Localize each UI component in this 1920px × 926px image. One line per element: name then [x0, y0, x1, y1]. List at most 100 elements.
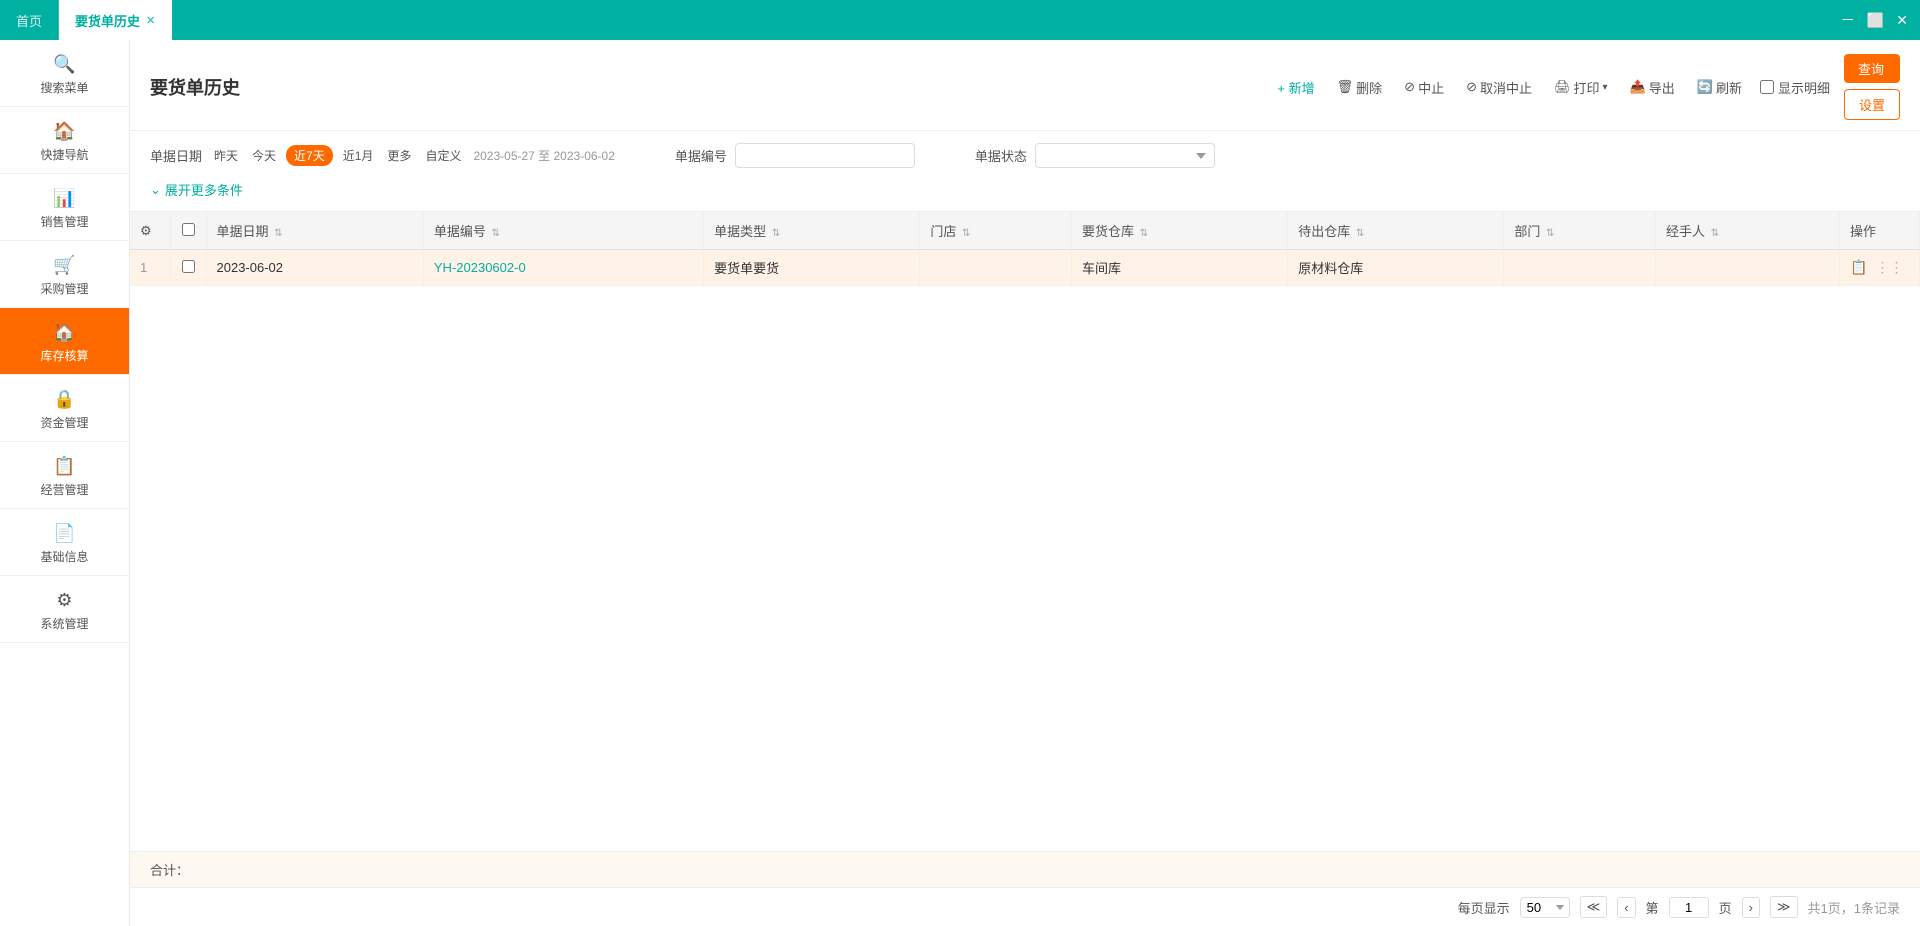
- expand-more-btn[interactable]: ⌄ 展开更多条件: [150, 176, 1900, 203]
- maximize-icon[interactable]: ⬜: [1867, 12, 1884, 29]
- tab-history[interactable]: 要货单历史 ✕: [59, 0, 172, 40]
- col-bill-no-label: 单据编号: [434, 224, 486, 239]
- sidebar-label-purchase: 采购管理: [40, 280, 88, 297]
- sidebar-item-operations[interactable]: 📋 经营管理: [0, 442, 129, 509]
- col-pending-warehouse: 待出仓库 ⇅: [1288, 212, 1504, 250]
- table-row: 1 2023-06-02 YH-20230602-0 要货单要货 车间库 原材料…: [130, 250, 1920, 286]
- more-icon[interactable]: ⋮⋮: [1875, 259, 1903, 276]
- sidebar-item-system[interactable]: ⚙ 系统管理: [0, 576, 129, 643]
- refresh-button[interactable]: 🔄 刷新: [1693, 76, 1746, 99]
- col-department-sort-icon[interactable]: ⇅: [1546, 228, 1554, 239]
- page-unit: 页: [1719, 898, 1732, 917]
- select-all-checkbox[interactable]: [182, 223, 195, 236]
- display-detail-toggle[interactable]: 显示明细: [1760, 78, 1830, 97]
- display-detail-label: 显示明细: [1778, 78, 1830, 97]
- delete-button[interactable]: 🗑 删除: [1333, 76, 1387, 99]
- col-bill-type-label: 单据类型: [714, 224, 766, 239]
- page-size-label: 每页显示: [1458, 898, 1510, 917]
- first-page-btn[interactable]: ≪: [1580, 896, 1608, 918]
- col-date-sort-icon[interactable]: ⇅: [274, 228, 282, 239]
- tab-home[interactable]: 首页: [0, 0, 59, 40]
- last-page-btn[interactable]: ≫: [1770, 896, 1798, 918]
- col-bill-type-sort-icon[interactable]: ⇅: [772, 228, 780, 239]
- query-button[interactable]: 查询: [1844, 54, 1900, 83]
- pagination-bar: 每页显示 10 20 50 100 ≪ ‹ 第 页 › ≫ 共1页，1条记录: [130, 887, 1920, 926]
- filter-row-1: 单据日期 昨天 今天 近7天 近1月 更多 自定义 2023-05-27 至 2…: [150, 143, 1900, 168]
- date-btn-7days[interactable]: 近7天: [286, 145, 333, 166]
- col-department-label: 部门: [1514, 224, 1540, 239]
- display-detail-checkbox[interactable]: [1760, 80, 1774, 94]
- col-req-warehouse-sort-icon[interactable]: ⇅: [1140, 228, 1148, 239]
- next-page-btn[interactable]: ›: [1742, 897, 1760, 918]
- date-btn-custom[interactable]: 自定义: [421, 146, 465, 165]
- refresh-icon: 🔄: [1697, 79, 1713, 95]
- sidebar-item-quick-nav[interactable]: 🏠 快捷导航: [0, 107, 129, 174]
- col-department: 部门 ⇅: [1504, 212, 1656, 250]
- row-num: 1: [130, 250, 170, 286]
- operations-icon: 📋: [53, 456, 75, 477]
- export-button[interactable]: 📤 导出: [1626, 76, 1679, 99]
- date-btn-today[interactable]: 今天: [248, 146, 280, 165]
- col-pending-warehouse-sort-icon[interactable]: ⇅: [1356, 228, 1364, 239]
- delete-icon: 🗑: [1337, 79, 1354, 95]
- close-tab-icon[interactable]: ✕: [146, 14, 155, 27]
- sidebar-label-system: 系统管理: [40, 615, 88, 632]
- page-title: 要货单历史: [150, 74, 240, 100]
- sidebar-label-finance: 资金管理: [40, 414, 88, 431]
- stop-button[interactable]: ⊘ 中止: [1400, 76, 1448, 99]
- chart-icon: 📊: [53, 188, 75, 209]
- bill-no-input[interactable]: [735, 143, 915, 168]
- action-icons: 📋 ⋮⋮: [1850, 259, 1909, 276]
- col-checkbox: [170, 212, 206, 250]
- page-size-select[interactable]: 10 20 50 100: [1520, 897, 1570, 918]
- col-bill-no-sort-icon[interactable]: ⇅: [492, 228, 500, 239]
- tab-history-label: 要货单历史: [75, 11, 140, 30]
- toolbar: + 新增 🗑 删除 ⊘ 中止 ⊘ 取消中止 🖨 打印 ▾: [1273, 54, 1900, 120]
- col-handler-sort-icon[interactable]: ⇅: [1711, 228, 1719, 239]
- export-icon: 📤: [1630, 79, 1646, 95]
- main-layout: 🔍 搜索菜单 🏠 快捷导航 📊 销售管理 🛒 采购管理 🏠 库存核算 🔒 资金管…: [0, 40, 1920, 926]
- cell-date: 2023-06-02: [206, 250, 423, 286]
- add-button[interactable]: + 新增: [1273, 76, 1318, 99]
- cell-handler: [1656, 250, 1840, 286]
- col-actions: 操作: [1840, 212, 1920, 250]
- date-btn-1month[interactable]: 近1月: [339, 146, 378, 165]
- sidebar-item-inventory[interactable]: 🏠 库存核算: [0, 308, 129, 375]
- minimize-icon[interactable]: －: [1841, 10, 1855, 30]
- sidebar-label-sales: 销售管理: [40, 213, 88, 230]
- sidebar-item-basic-info[interactable]: 📄 基础信息: [0, 509, 129, 576]
- date-filter-label: 单据日期: [150, 146, 202, 165]
- page-input[interactable]: [1669, 897, 1709, 918]
- col-bill-no: 单据编号 ⇅: [423, 212, 703, 250]
- data-table: ⚙ 单据日期 ⇅ 单据编号 ⇅: [130, 212, 1920, 286]
- settings-button[interactable]: 设置: [1844, 89, 1900, 120]
- sidebar-label-quick-nav: 快捷导航: [40, 146, 88, 163]
- edit-icon[interactable]: 📋: [1850, 259, 1867, 276]
- sidebar: 🔍 搜索菜单 🏠 快捷导航 📊 销售管理 🛒 采购管理 🏠 库存核算 🔒 资金管…: [0, 40, 130, 926]
- status-select[interactable]: 已审核 未审核: [1035, 143, 1215, 168]
- sidebar-item-search[interactable]: 🔍 搜索菜单: [0, 40, 129, 107]
- bill-no-link[interactable]: YH-20230602-0: [434, 260, 526, 275]
- sidebar-label-basic-info: 基础信息: [40, 548, 88, 565]
- tab-bar: 首页 要货单历史 ✕: [0, 0, 172, 40]
- close-icon[interactable]: ✕: [1896, 12, 1908, 29]
- search-icon: 🔍: [53, 54, 75, 75]
- cancel-stop-button[interactable]: ⊘ 取消中止: [1462, 76, 1536, 99]
- col-handler-label: 经手人: [1666, 224, 1705, 239]
- cell-actions: 📋 ⋮⋮: [1840, 250, 1920, 286]
- sidebar-item-sales[interactable]: 📊 销售管理: [0, 174, 129, 241]
- sidebar-item-finance[interactable]: 🔒 资金管理: [0, 375, 129, 442]
- sidebar-item-purchase[interactable]: 🛒 采购管理: [0, 241, 129, 308]
- date-btn-yesterday[interactable]: 昨天: [210, 146, 242, 165]
- prev-page-btn[interactable]: ‹: [1617, 897, 1635, 918]
- gear-icon: ⚙: [56, 590, 72, 611]
- chevron-down-icon: ⌄: [150, 182, 161, 198]
- cell-department: [1504, 250, 1656, 286]
- tab-home-label: 首页: [16, 11, 42, 30]
- print-button[interactable]: 🖨 打印 ▾: [1550, 76, 1612, 99]
- col-store-sort-icon[interactable]: ⇅: [962, 228, 970, 239]
- col-req-warehouse: 要货仓库 ⇅: [1071, 212, 1287, 250]
- row-checkbox[interactable]: [182, 260, 195, 273]
- date-btn-more[interactable]: 更多: [383, 146, 415, 165]
- settings-col-icon[interactable]: ⚙: [140, 223, 152, 238]
